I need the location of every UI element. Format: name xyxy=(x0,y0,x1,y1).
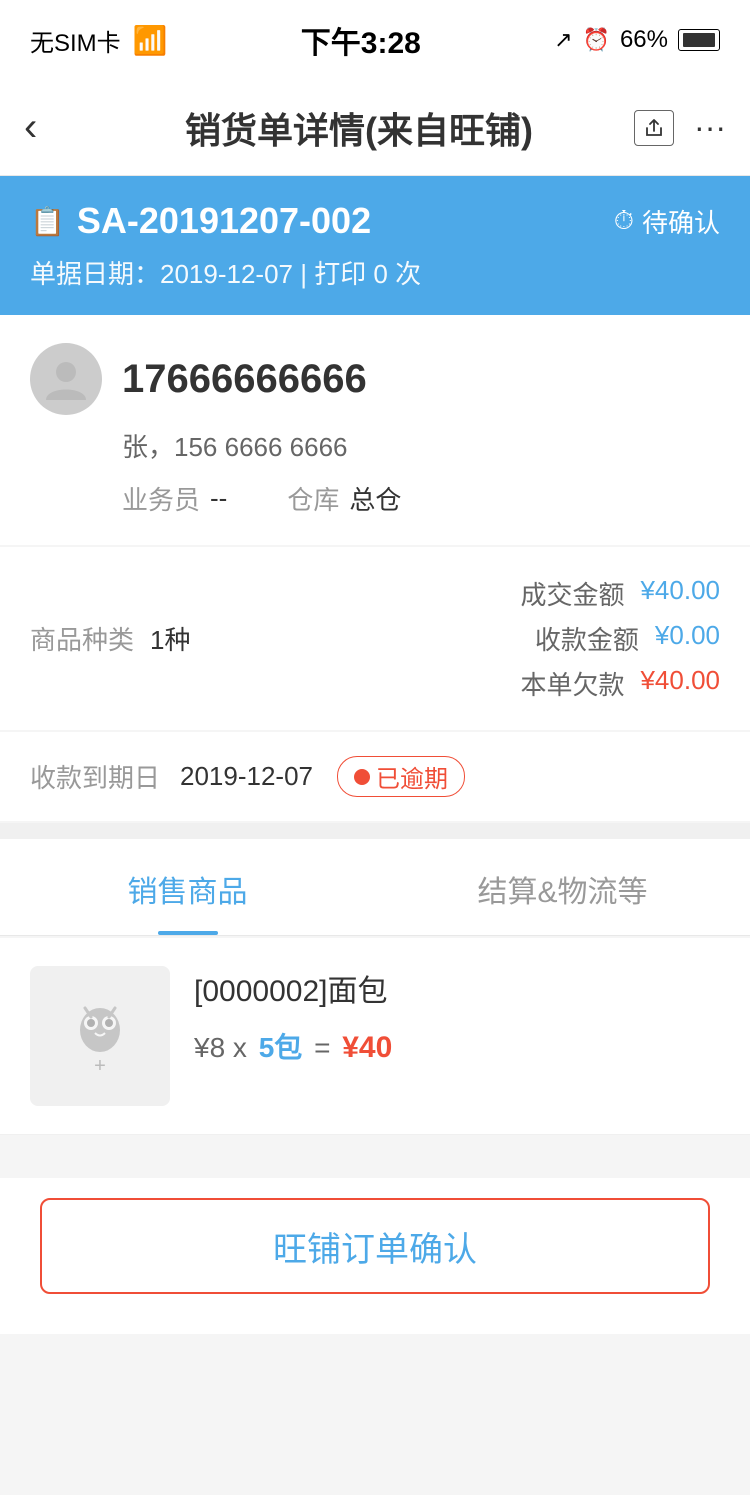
transaction-label: 成交金额 xyxy=(520,575,624,612)
back-button[interactable]: ‹ xyxy=(24,105,84,150)
customer-phone: 17666666666 xyxy=(122,357,367,402)
customer-meta: 业务员 -- 仓库 总仓 xyxy=(30,480,720,517)
debt-label: 本单欠款 xyxy=(520,665,624,702)
overdue-badge: 已逾期 xyxy=(337,756,465,797)
product-price: ¥8 x 5包 = ¥40 xyxy=(194,1026,720,1066)
product-image: + xyxy=(30,966,170,1106)
collection-amount: ¥0.00 xyxy=(655,620,720,657)
summary-right: 成交金额 ¥40.00 收款金额 ¥0.00 本单欠款 ¥40.00 xyxy=(520,575,720,702)
price-formula: ¥8 x xyxy=(194,1032,247,1063)
more-button[interactable]: ··· xyxy=(694,109,726,146)
product-count: 1种 xyxy=(150,620,190,657)
status-right: ↗ ⏰ 66% xyxy=(554,26,720,54)
battery-icon xyxy=(678,29,720,51)
tab-settlement[interactable]: 结算&物流等 xyxy=(375,839,750,935)
debt-amount: ¥40.00 xyxy=(640,665,720,702)
due-label: 收款到期日 xyxy=(30,758,160,795)
wifi-icon: 📶 xyxy=(133,24,168,57)
tab-sales-products[interactable]: 销售商品 xyxy=(0,839,375,935)
warehouse-label: 仓库 xyxy=(287,480,339,517)
summary-left: 商品种类 1种 xyxy=(30,575,190,702)
transaction-row: 成交金额 ¥40.00 xyxy=(520,575,720,612)
battery-label: 66% xyxy=(620,26,668,54)
nav-actions: ··· xyxy=(634,109,726,146)
product-info: [0000002]面包 ¥8 x 5包 = ¥40 xyxy=(194,966,720,1106)
collection-row: 收款金额 ¥0.00 xyxy=(535,620,720,657)
product-item: + [0000002]面包 ¥8 x 5包 = ¥40 xyxy=(0,938,750,1135)
salesman-value: -- xyxy=(210,483,227,514)
status-bar: 无SIM卡 📶 下午3:28 ↗ ⏰ 66% xyxy=(0,0,750,80)
customer-name: 张，156 6666 6666 xyxy=(30,427,720,464)
bottom-spacer xyxy=(0,1335,750,1495)
due-section: 收款到期日 2019-12-07 已逾期 xyxy=(0,732,750,821)
price-equals: = xyxy=(314,1032,330,1063)
overdue-text: 已逾期 xyxy=(376,759,448,794)
customer-avatar xyxy=(30,343,102,415)
order-icon: 📋 xyxy=(30,205,65,238)
order-date: 单据日期：2019-12-07 | 打印 0 次 xyxy=(30,254,720,291)
debt-row: 本单欠款 ¥40.00 xyxy=(520,665,720,702)
warehouse-value: 总仓 xyxy=(349,480,401,517)
status-time: 下午3:28 xyxy=(301,18,421,62)
location-icon: ↗ xyxy=(554,27,572,53)
bottom-button-wrap: 旺铺订单确认 xyxy=(0,1178,750,1334)
price-total: ¥40 xyxy=(342,1031,392,1064)
due-date-value: 2019-12-07 xyxy=(180,761,313,792)
header-band: 📋 SA-20191207-002 ⏱ 待确认 单据日期：2019-12-07 … xyxy=(0,176,750,315)
status-text: 待确认 xyxy=(642,203,720,240)
sim-label: 无SIM卡 xyxy=(30,23,121,58)
order-status: ⏱ 待确认 xyxy=(614,203,720,240)
product-name: [0000002]面包 xyxy=(194,966,720,1010)
header-band-top: 📋 SA-20191207-002 ⏱ 待确认 xyxy=(30,200,720,242)
salesman-label: 业务员 xyxy=(122,480,200,517)
warehouse-field: 仓库 总仓 xyxy=(287,480,401,517)
status-left: 无SIM卡 📶 xyxy=(30,23,168,58)
collection-label: 收款金额 xyxy=(535,620,639,657)
nav-bar: ‹ 销货单详情(来自旺铺) ··· xyxy=(0,80,750,176)
status-clock-icon: ⏱ xyxy=(614,205,634,237)
price-quantity: 5包 xyxy=(259,1032,303,1063)
order-id-text: SA-20191207-002 xyxy=(77,200,371,242)
confirm-order-button[interactable]: 旺铺订单确认 xyxy=(40,1198,710,1294)
summary-section: 商品种类 1种 成交金额 ¥40.00 收款金额 ¥0.00 本单欠款 ¥40.… xyxy=(0,547,750,730)
product-type-label: 商品种类 xyxy=(30,620,134,657)
product-section: + [0000002]面包 ¥8 x 5包 = ¥40 xyxy=(0,938,750,1135)
product-img-inner: + xyxy=(65,995,135,1078)
salesman-field: 业务员 -- xyxy=(122,480,227,517)
logo-plus: + xyxy=(94,1055,106,1078)
page-title: 销货单详情(来自旺铺) xyxy=(84,102,634,154)
share-button[interactable] xyxy=(634,110,674,146)
order-id: 📋 SA-20191207-002 xyxy=(30,200,371,242)
tabs: 销售商品 结算&物流等 xyxy=(0,839,750,936)
customer-top: 17666666666 xyxy=(30,343,720,415)
overdue-dot-icon xyxy=(354,769,370,785)
alarm-icon: ⏰ xyxy=(583,27,610,53)
transaction-amount: ¥40.00 xyxy=(640,575,720,612)
section-divider xyxy=(0,823,750,839)
customer-section: 17666666666 张，156 6666 6666 业务员 -- 仓库 总仓 xyxy=(0,315,750,545)
